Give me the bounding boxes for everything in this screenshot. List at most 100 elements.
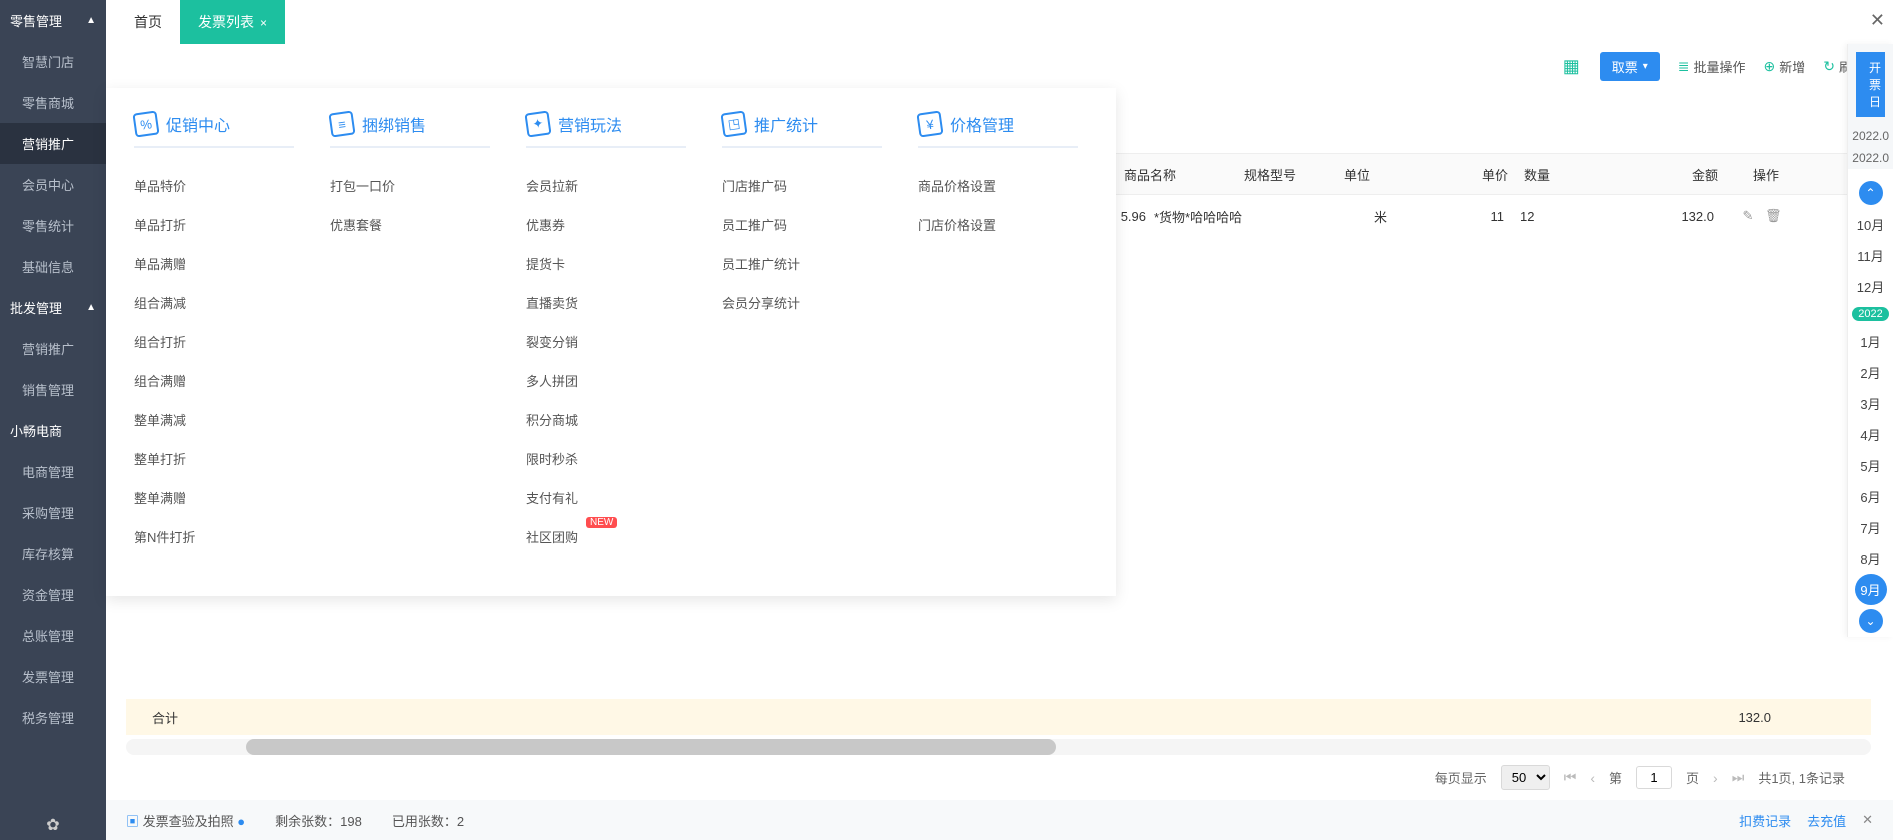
mega-item[interactable]: 员工推广统计 <box>722 244 918 283</box>
horizontal-scrollbar[interactable] <box>126 739 1871 755</box>
month-item[interactable]: 4月 <box>1855 419 1887 450</box>
sidebar-item-5[interactable]: 零售统计 <box>0 205 106 246</box>
mega-item[interactable]: 直播卖货 <box>526 283 722 322</box>
mega-item[interactable]: 支付有礼 <box>526 478 722 517</box>
month-item[interactable]: 11月 <box>1855 240 1887 271</box>
mega-header: ◳推广统计 <box>722 112 882 148</box>
month-item[interactable]: 12月 <box>1855 271 1887 302</box>
mega-item[interactable]: 限时秒杀 <box>526 439 722 478</box>
mega-item[interactable]: 打包一口价 <box>330 166 526 205</box>
month-item[interactable]: 10月 <box>1855 209 1887 240</box>
add-button[interactable]: ⊕新增 <box>1764 57 1806 76</box>
batch-ops-button[interactable]: ≣批量操作 <box>1678 57 1746 76</box>
page-input[interactable] <box>1636 766 1672 789</box>
invoice-check-link[interactable]: ▣ 发票查验及拍照 ● <box>126 811 245 830</box>
sidebar-item-9[interactable]: 销售管理 <box>0 369 106 410</box>
month-item[interactable]: 2月 <box>1855 357 1887 388</box>
mega-item[interactable]: 整单满赠 <box>134 478 330 517</box>
month-item[interactable]: 9月 <box>1855 574 1887 605</box>
next-page-button[interactable]: › <box>1713 770 1718 786</box>
sidebar-item-4[interactable]: 会员中心 <box>0 164 106 205</box>
close-all-icon[interactable]: ✕ <box>1870 10 1885 31</box>
mega-item[interactable]: 提货卡 <box>526 244 722 283</box>
table-row[interactable]: 5.96 *货物*哈哈哈哈 米 11 12 132.0 ✎ 🗑 <box>1112 195 1871 237</box>
mega-header: ¥价格管理 <box>918 112 1078 148</box>
sidebar-item-1[interactable]: 智慧门店 <box>0 41 106 82</box>
mega-item[interactable]: 多人拼团 <box>526 361 722 400</box>
mega-item[interactable]: 裂变分销 <box>526 322 722 361</box>
month-item[interactable]: 7月 <box>1855 512 1887 543</box>
mega-item[interactable]: 员工推广码 <box>722 205 918 244</box>
invoice-date-button[interactable]: 开票日 <box>1856 52 1885 117</box>
sidebar-item-8[interactable]: 营销推广 <box>0 328 106 369</box>
sidebar-item-15[interactable]: 总账管理 <box>0 615 106 656</box>
sidebar-item-12[interactable]: 采购管理 <box>0 492 106 533</box>
tab-1[interactable]: 发票列表× <box>180 0 285 44</box>
delete-icon[interactable]: 🗑 <box>1765 208 1782 223</box>
mega-item[interactable]: 商品价格设置 <box>918 166 1114 205</box>
mega-item[interactable]: 积分商城 <box>526 400 722 439</box>
sidebar-item-11[interactable]: 电商管理 <box>0 451 106 492</box>
mega-item[interactable]: 门店推广码 <box>722 166 918 205</box>
month-down-button[interactable]: ⌄ <box>1859 609 1883 633</box>
mega-item[interactable]: 组合满赠 <box>134 361 330 400</box>
sidebar-item-14[interactable]: 资金管理 <box>0 574 106 615</box>
tab-close-icon[interactable]: × <box>260 16 267 30</box>
month-item[interactable]: 3月 <box>1855 388 1887 419</box>
scrollbar-thumb[interactable] <box>246 739 1056 755</box>
month-item[interactable]: 6月 <box>1855 481 1887 512</box>
mega-item[interactable]: 门店价格设置 <box>918 205 1114 244</box>
mega-item[interactable]: 会员拉新 <box>526 166 722 205</box>
tab-0[interactable]: 首页 <box>116 0 180 44</box>
mega-item[interactable]: 单品打折 <box>134 205 330 244</box>
sidebar-item-10[interactable]: 小畅电商 <box>0 410 106 451</box>
date-range-start: 2022.0 <box>1848 125 1889 147</box>
footer-close-icon[interactable]: ✕ <box>1862 812 1873 828</box>
month-item[interactable]: 1月 <box>1855 326 1887 357</box>
mega-header-icon: ◳ <box>720 110 747 137</box>
sidebar-item-16[interactable]: 发票管理 <box>0 656 106 697</box>
mega-col-3: ◳推广统计门店推广码员工推广码员工推广统计会员分享统计 <box>722 112 918 556</box>
footer-bar: ▣ 发票查验及拍照 ● 剩余张数：198 已用张数：2 扣费记录 去充值 ✕ <box>106 800 1893 840</box>
recharge-link[interactable]: 去充值 <box>1807 811 1846 830</box>
col-amount: 金额 <box>1616 165 1726 184</box>
settings-gear-icon[interactable]: ✿ <box>0 815 106 835</box>
mega-item[interactable]: 第N件打折 <box>134 517 330 556</box>
month-up-button[interactable]: ⌃ <box>1859 181 1883 205</box>
mega-item[interactable]: 整单满减 <box>134 400 330 439</box>
get-invoice-button[interactable]: 取票▾ <box>1600 52 1660 81</box>
new-badge: NEW <box>586 517 617 528</box>
edit-icon[interactable]: ✎ <box>1742 208 1753 223</box>
mega-item[interactable]: 组合满减 <box>134 283 330 322</box>
mega-item[interactable]: 整单打折 <box>134 439 330 478</box>
month-item[interactable]: 8月 <box>1855 543 1887 574</box>
tab-bar: 首页发票列表× ✕ <box>106 0 1893 44</box>
mega-item[interactable]: 单品满赠 <box>134 244 330 283</box>
mega-item[interactable]: 组合打折 <box>134 322 330 361</box>
table-header: 商品名称 规格型号 单位 单价 数量 金额 操作 <box>1116 153 1871 195</box>
sidebar-item-7[interactable]: 批发管理▲ <box>0 287 106 328</box>
toolbar: ▦ 取票▾ ≣批量操作 ⊕新增 ↻刷新 <box>106 44 1893 88</box>
sidebar-item-0[interactable]: 零售管理▲ <box>0 0 106 41</box>
content: %促销中心单品特价单品打折单品满赠组合满减组合打折组合满赠整单满减整单打折整单满… <box>106 88 1893 840</box>
mega-item[interactable]: 优惠套餐 <box>330 205 526 244</box>
col-ops: 操作 <box>1726 165 1806 184</box>
mega-item[interactable]: 社区团购NEW <box>526 517 722 556</box>
mega-item[interactable]: 单品特价 <box>134 166 330 205</box>
mega-item[interactable]: 会员分享统计 <box>722 283 918 322</box>
sidebar-item-6[interactable]: 基础信息 <box>0 246 106 287</box>
first-page-button[interactable]: ⏮ <box>1564 769 1577 786</box>
deduct-record-link[interactable]: 扣费记录 <box>1739 811 1791 830</box>
mega-col-4: ¥价格管理商品价格设置门店价格设置 <box>918 112 1114 556</box>
sidebar-item-13[interactable]: 库存核算 <box>0 533 106 574</box>
prev-page-button[interactable]: ‹ <box>1590 770 1595 786</box>
sidebar-item-2[interactable]: 零售商城 <box>0 82 106 123</box>
qr-icon[interactable]: ▦ <box>1563 56 1582 77</box>
sidebar-item-17[interactable]: 税务管理 <box>0 697 106 738</box>
month-item[interactable]: 5月 <box>1855 450 1887 481</box>
mega-item[interactable]: 优惠券 <box>526 205 722 244</box>
perpage-select[interactable]: 50 <box>1501 765 1550 790</box>
totals-amount: 132.0 <box>1738 710 1771 725</box>
sidebar-item-3[interactable]: 营销推广 <box>0 123 106 164</box>
last-page-button[interactable]: ⏭ <box>1732 769 1745 786</box>
